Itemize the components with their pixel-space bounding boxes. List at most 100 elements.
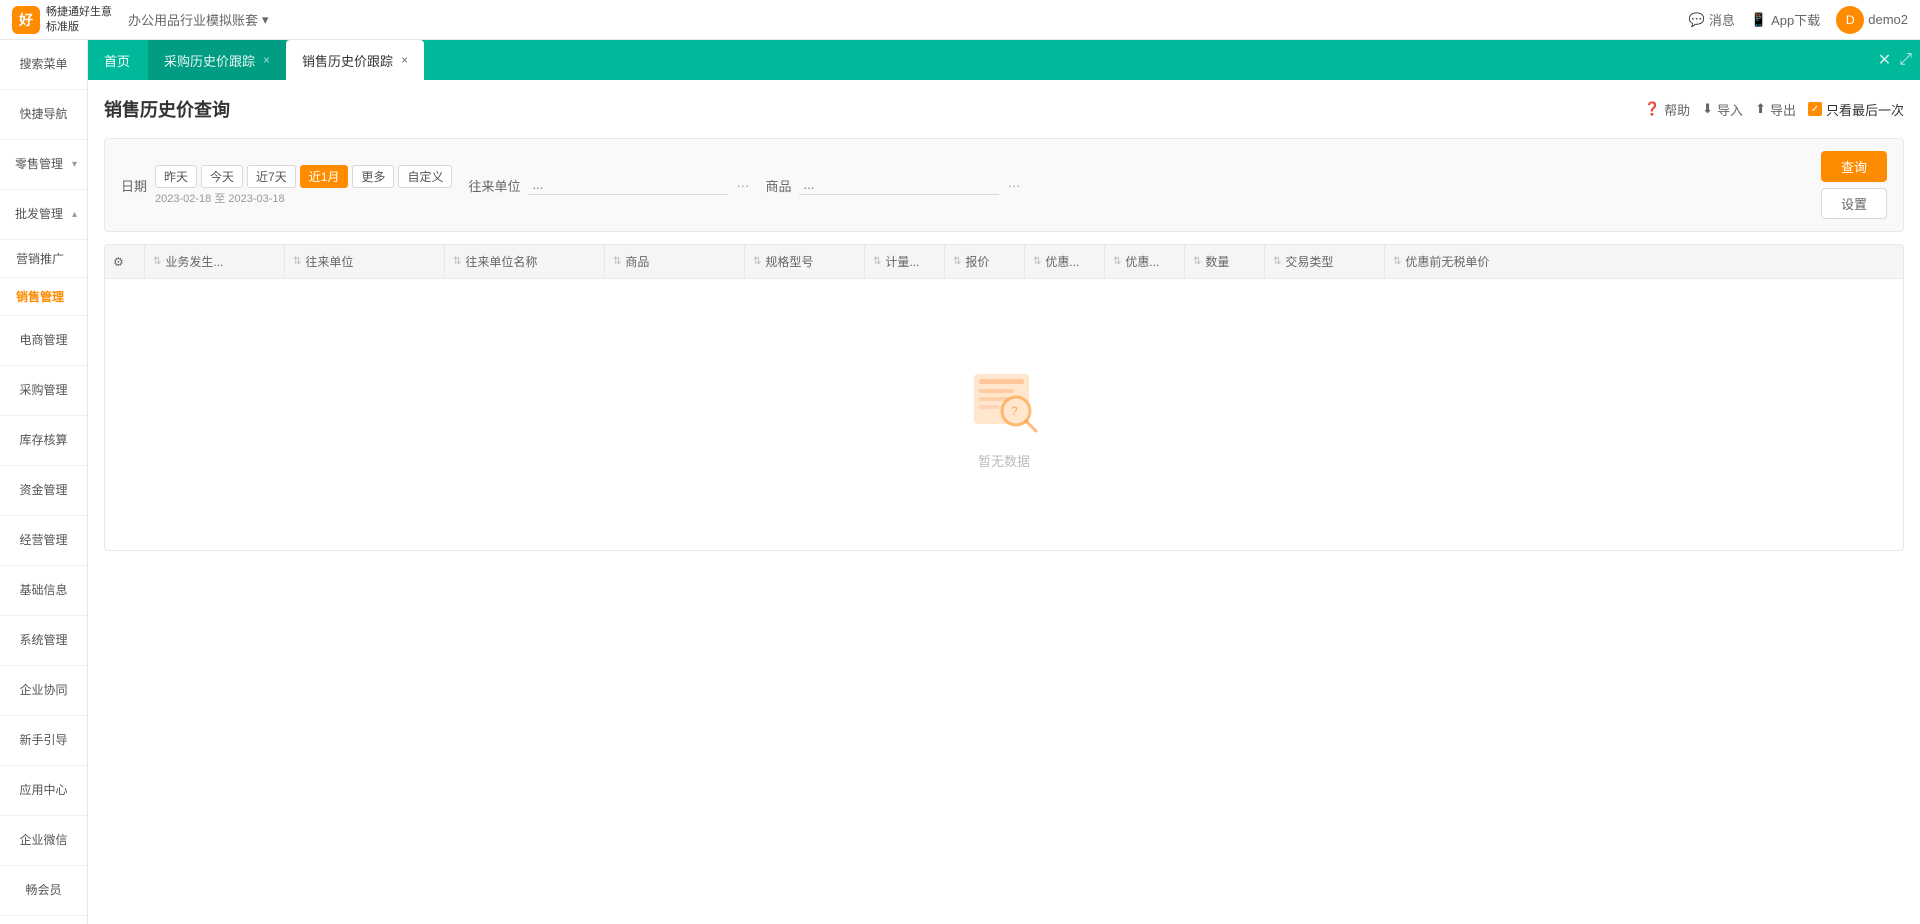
th-discount1[interactable]: ⇅ 优惠... <box>1025 245 1105 278</box>
sort-price-icon: ⇅ <box>953 256 961 267</box>
dropdown-icon: ▾ <box>262 12 269 28</box>
sort-partner-icon: ⇅ <box>293 256 301 267</box>
th-settings[interactable]: ⚙ <box>105 245 145 278</box>
sidebar-item-system[interactable]: 系统管理 <box>0 616 87 666</box>
date-today-btn[interactable]: 今天 <box>201 165 243 188</box>
sidebar-item-ecommerce[interactable]: 电商管理 <box>0 316 87 366</box>
tab-home[interactable]: 首页 <box>88 40 146 80</box>
retail-arrow-icon: ▾ <box>72 158 77 172</box>
empty-state: ? 暂无数据 <box>105 279 1903 550</box>
tab-maximize-icon[interactable]: ⤢ <box>1899 51 1912 69</box>
partner-label: 往来单位 <box>468 176 520 195</box>
date-yesterday-btn[interactable]: 昨天 <box>155 165 197 188</box>
partner-input[interactable] <box>528 175 728 195</box>
export-icon: ⬆ <box>1755 101 1766 117</box>
page-header-actions: ❓ 帮助 ⬇ 导入 ⬆ 导出 ✓ 只看最后一次 <box>1644 100 1904 119</box>
main-layout: 搜索菜单 快捷导航 零售管理 ▾ 批发管理 ▴ 营销推广 销售管理 电商管理 采… <box>0 40 1920 924</box>
sidebar-item-basic[interactable]: 基础信息 <box>0 566 87 616</box>
date-buttons: 昨天 今天 近7天 近1月 更多 自定义 <box>155 165 452 188</box>
sort-discount2-icon: ⇅ <box>1113 256 1121 267</box>
product-filter-group: 商品 ··· <box>765 175 1020 195</box>
import-btn[interactable]: ⬇ 导入 <box>1702 100 1743 119</box>
tab-purchase-close-icon[interactable]: × <box>263 53 270 67</box>
tab-sales-history[interactable]: 销售历史价跟踪 × <box>286 40 424 80</box>
logo-text: 畅捷通好生意 标准版 <box>46 5 112 34</box>
sidebar-item-enterprise[interactable]: 企业协同 <box>0 666 87 716</box>
content-area: 销售历史价查询 ❓ 帮助 ⬇ 导入 ⬆ 导出 <box>88 80 1920 924</box>
sidebar-item-apps[interactable]: 应用中心 <box>0 766 87 816</box>
sidebar-item-search[interactable]: 搜索菜单 <box>0 40 87 90</box>
sidebar: 搜索菜单 快捷导航 零售管理 ▾ 批发管理 ▴ 营销推广 销售管理 电商管理 采… <box>0 40 88 924</box>
th-discount2[interactable]: ⇅ 优惠... <box>1105 245 1185 278</box>
partner-ellipsis-btn[interactable]: ··· <box>736 178 749 193</box>
sidebar-sub-item-sales[interactable]: 销售管理 <box>0 278 87 316</box>
date-custom-btn[interactable]: 自定义 <box>398 165 452 188</box>
tab-purchase-history[interactable]: 采购历史价跟踪 × <box>148 40 286 80</box>
search-label: 搜索菜单 <box>19 56 67 73</box>
export-btn[interactable]: ⬆ 导出 <box>1755 100 1796 119</box>
th-price[interactable]: ⇅ 报价 <box>945 245 1025 278</box>
logo-icon: 好 <box>12 6 40 34</box>
sidebar-item-quick-nav[interactable]: 快捷导航 <box>0 90 87 140</box>
user-area[interactable]: D demo2 <box>1836 6 1908 34</box>
page-content: 销售历史价查询 ❓ 帮助 ⬇ 导入 ⬆ 导出 <box>88 80 1920 924</box>
date-label: 日期 <box>121 176 147 195</box>
tab-bar: 首页 采购历史价跟踪 × 销售历史价跟踪 × ✕ ⤢ <box>88 40 1920 80</box>
phone-icon: 📱 <box>1751 12 1767 28</box>
date-more-btn[interactable]: 更多 <box>352 165 394 188</box>
th-quantity[interactable]: ⇅ 数量 <box>1185 245 1265 278</box>
filter-right-buttons: 查询 设置 <box>1821 151 1887 219</box>
th-product[interactable]: ⇅ 商品 <box>605 245 745 278</box>
gear-icon: ⚙ <box>113 255 124 269</box>
wholesale-arrow-icon: ▴ <box>72 208 77 222</box>
sidebar-item-purchase[interactable]: 采购管理 <box>0 366 87 416</box>
th-unit[interactable]: ⇅ 计量... <box>865 245 945 278</box>
app-download-btn[interactable]: 📱 App下载 <box>1751 10 1820 29</box>
sidebar-item-wechat[interactable]: 企业微信 <box>0 816 87 866</box>
message-icon: 💬 <box>1689 12 1705 28</box>
sidebar-item-wholesale[interactable]: 批发管理 ▴ <box>0 190 87 240</box>
only-last-checkbox[interactable]: ✓ 只看最后一次 <box>1808 100 1904 119</box>
product-ellipsis-btn[interactable]: ··· <box>1007 178 1020 193</box>
help-btn[interactable]: ❓ 帮助 <box>1644 100 1690 119</box>
partner-filter-group: 往来单位 ··· <box>468 175 749 195</box>
settings-btn[interactable]: 设置 <box>1821 188 1887 219</box>
th-partner-code[interactable]: ⇅ 往来单位 <box>285 245 445 278</box>
logo-area: 好 畅捷通好生意 标准版 <box>12 5 112 34</box>
import-icon: ⬇ <box>1702 101 1713 117</box>
query-btn[interactable]: 查询 <box>1821 151 1887 182</box>
th-spec[interactable]: ⇅ 规格型号 <box>745 245 865 278</box>
page-title: 销售历史价查询 <box>104 96 230 122</box>
date-7days-btn[interactable]: 近7天 <box>247 165 296 188</box>
tab-bar-actions: ✕ ⤢ <box>1878 50 1920 70</box>
sort-quantity-icon: ⇅ <box>1193 256 1201 267</box>
sidebar-item-operations[interactable]: 经营管理 <box>0 516 87 566</box>
sidebar-sub-item-marketing[interactable]: 营销推广 <box>0 240 87 278</box>
th-date[interactable]: ⇅ 业务发生... <box>145 245 285 278</box>
avatar: D <box>1836 6 1864 34</box>
sidebar-item-guide[interactable]: 新手引导 <box>0 716 87 766</box>
date-1month-btn[interactable]: 近1月 <box>300 165 349 188</box>
date-filter-col: 昨天 今天 近7天 近1月 更多 自定义 2023-02-18 至 2023-0… <box>155 165 452 206</box>
th-partner-name[interactable]: ⇅ 往来单位名称 <box>445 245 605 278</box>
date-range-text: 2023-02-18 至 2023-03-18 <box>155 190 452 206</box>
th-trade-type[interactable]: ⇅ 交易类型 <box>1265 245 1385 278</box>
sort-tradetype-icon: ⇅ <box>1273 256 1281 267</box>
top-bar-left: 好 畅捷通好生意 标准版 办公用品行业模拟账套 ▾ <box>12 5 277 34</box>
checkbox-icon: ✓ <box>1808 102 1822 116</box>
sidebar-item-retail[interactable]: 零售管理 ▾ <box>0 140 87 190</box>
th-pretax-price[interactable]: ⇅ 优惠前无税单价 <box>1385 245 1903 278</box>
page-header: 销售历史价查询 ❓ 帮助 ⬇ 导入 ⬆ 导出 <box>104 96 1904 122</box>
sidebar-item-finance[interactable]: 资金管理 <box>0 466 87 516</box>
table-header: ⚙ ⇅ 业务发生... ⇅ 往来单位 ⇅ 往来单位名称 <box>105 245 1903 279</box>
tab-sales-close-icon[interactable]: × <box>401 53 408 67</box>
sidebar-item-member[interactable]: 畅会员 <box>0 866 87 916</box>
svg-text:?: ? <box>1011 404 1018 418</box>
app-selector[interactable]: 办公用品行业模拟账套 ▾ <box>120 6 277 33</box>
tab-close-window-icon[interactable]: ✕ <box>1878 50 1891 70</box>
sidebar-item-inventory[interactable]: 库存核算 <box>0 416 87 466</box>
date-filter-group: 日期 昨天 今天 近7天 近1月 更多 自定义 2023-02-18 至 202… <box>121 165 452 206</box>
message-btn[interactable]: 💬 消息 <box>1689 10 1735 29</box>
product-input[interactable] <box>799 175 999 195</box>
sort-date-icon: ⇅ <box>153 256 161 267</box>
